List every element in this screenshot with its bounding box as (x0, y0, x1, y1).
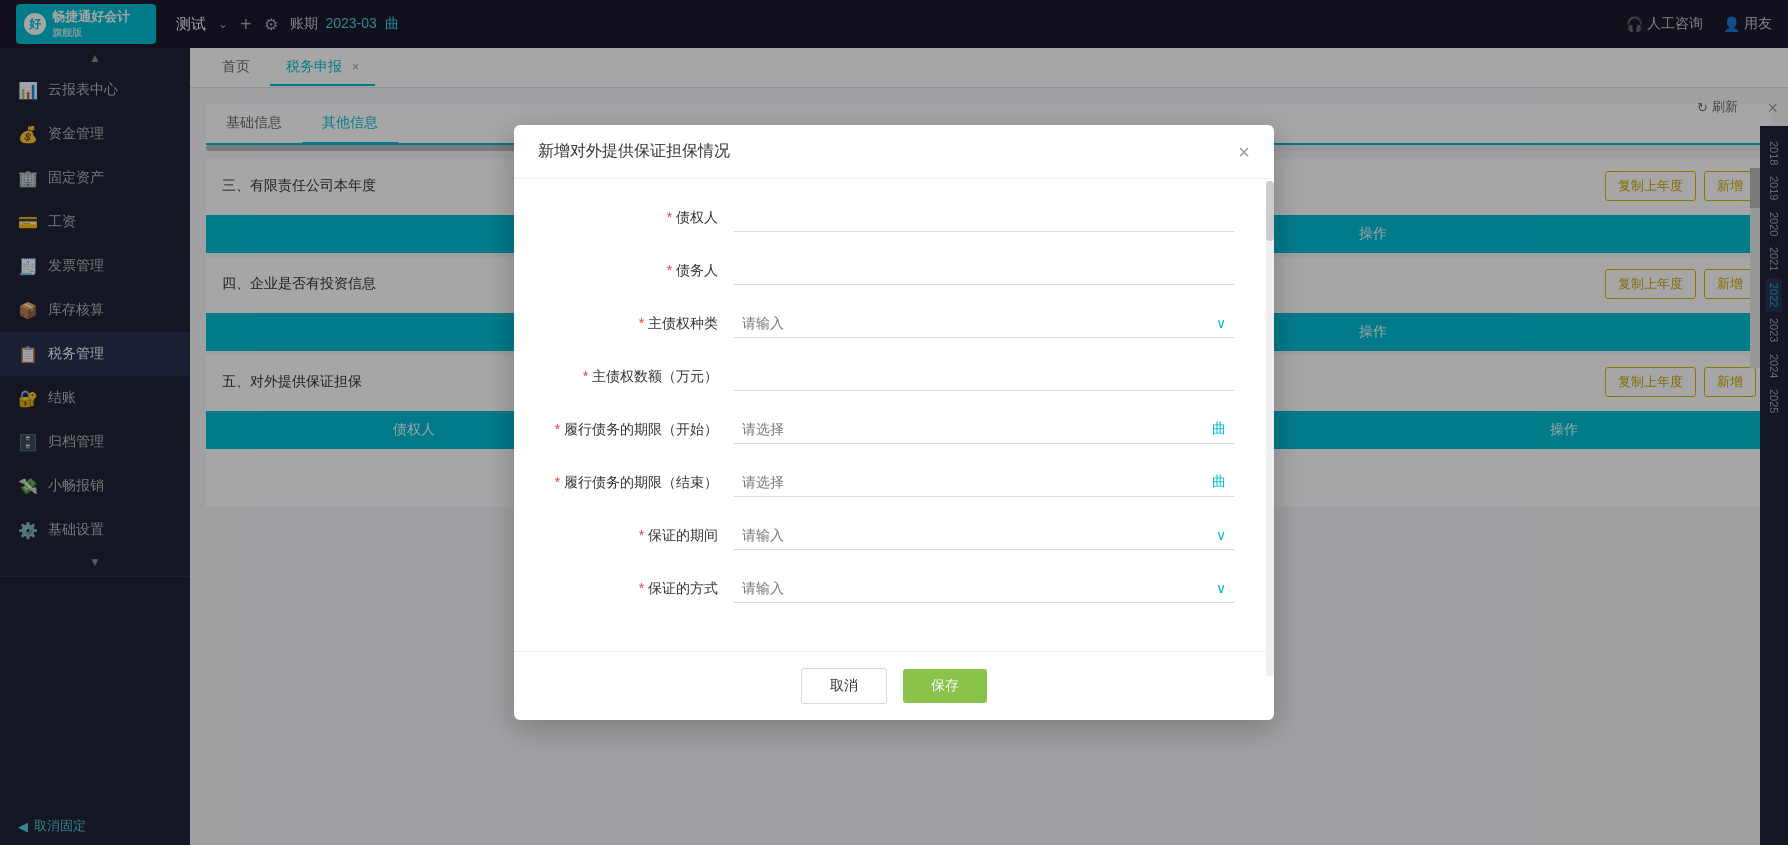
required-mark-period-end: * (555, 474, 560, 490)
guarantee-method-chevron-icon[interactable]: ∨ (1208, 580, 1234, 596)
modal-dialog: 新增对外提供保证担保情况 × * 债权人 * 债务人 (514, 125, 1274, 720)
modal-body: * 债权人 * 债务人 * 主债权种类 (514, 179, 1274, 651)
claim-type-select-wrap: ∨ (734, 309, 1234, 338)
period-start-date-wrap: 曲 (734, 415, 1234, 444)
form-row-creditor: * 债权人 (554, 203, 1234, 232)
modal-header: 新增对外提供保证担保情况 × (514, 125, 1274, 179)
form-label-claim-amount: * 主债权数额（万元） (554, 368, 734, 386)
period-start-calendar-icon[interactable]: 曲 (1204, 420, 1234, 438)
form-row-guarantee-period: * 保证的期间 ∨ (554, 521, 1234, 550)
form-row-period-start: * 履行债务的期限（开始） 曲 (554, 415, 1234, 444)
guarantee-period-input[interactable] (734, 521, 1208, 549)
form-row-claim-type: * 主债权种类 ∨ (554, 309, 1234, 338)
cancel-button[interactable]: 取消 (801, 668, 887, 704)
modal-scrollbar[interactable] (1266, 181, 1274, 676)
required-mark-claim-type: * (639, 315, 644, 331)
claim-amount-input[interactable] (734, 362, 1234, 391)
form-label-period-end: * 履行债务的期限（结束） (554, 474, 734, 492)
guarantee-period-select-wrap: ∨ (734, 521, 1234, 550)
save-button[interactable]: 保存 (903, 669, 987, 703)
required-mark-guarantee-period: * (639, 527, 644, 543)
required-mark-claim-amount: * (583, 368, 588, 384)
required-mark-creditor: * (667, 209, 672, 225)
modal-close-button[interactable]: × (1238, 142, 1250, 162)
form-row-period-end: * 履行债务的期限（结束） 曲 (554, 468, 1234, 497)
form-label-period-start: * 履行债务的期限（开始） (554, 421, 734, 439)
required-mark-debtor: * (667, 262, 672, 278)
period-start-input[interactable] (734, 415, 1204, 443)
form-label-debtor: * 债务人 (554, 262, 734, 280)
form-row-debtor: * 债务人 (554, 256, 1234, 285)
guarantee-period-chevron-icon[interactable]: ∨ (1208, 527, 1234, 543)
creditor-input[interactable] (734, 203, 1234, 232)
modal-footer: 取消 保存 (514, 651, 1274, 720)
modal-scrollbar-thumb (1266, 181, 1274, 241)
modal-title: 新增对外提供保证担保情况 (538, 141, 730, 162)
period-end-calendar-icon[interactable]: 曲 (1204, 473, 1234, 491)
form-row-guarantee-method: * 保证的方式 ∨ (554, 574, 1234, 603)
period-end-input[interactable] (734, 468, 1204, 496)
required-mark-guarantee-method: * (639, 580, 644, 596)
form-label-creditor: * 债权人 (554, 209, 734, 227)
debtor-input[interactable] (734, 256, 1234, 285)
period-end-date-wrap: 曲 (734, 468, 1234, 497)
guarantee-method-input[interactable] (734, 574, 1208, 602)
claim-type-input[interactable] (734, 309, 1208, 337)
guarantee-method-select-wrap: ∨ (734, 574, 1234, 603)
form-label-guarantee-period: * 保证的期间 (554, 527, 734, 545)
modal-overlay: 新增对外提供保证担保情况 × * 债权人 * 债务人 (0, 0, 1788, 845)
required-mark-period-start: * (555, 421, 560, 437)
form-label-guarantee-method: * 保证的方式 (554, 580, 734, 598)
form-row-claim-amount: * 主债权数额（万元） (554, 362, 1234, 391)
form-label-claim-type: * 主债权种类 (554, 315, 734, 333)
claim-type-chevron-icon[interactable]: ∨ (1208, 315, 1234, 331)
